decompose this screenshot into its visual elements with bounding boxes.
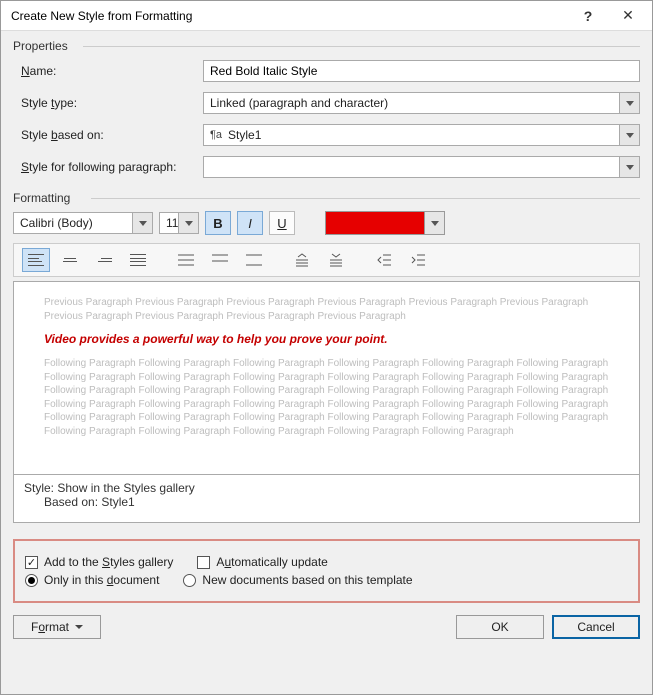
paragraph-icon: ¶a [210, 129, 222, 141]
new-documents-radio[interactable]: New documents based on this template [183, 573, 412, 587]
create-style-dialog: Create New Style from Formatting ? ✕ Pro… [0, 0, 653, 695]
space-before-increase-button[interactable] [288, 248, 316, 272]
chevron-down-icon[interactable] [619, 157, 639, 177]
radio-unselected-icon [183, 574, 196, 587]
font-combo[interactable]: Calibri (Body) [13, 212, 153, 234]
chevron-down-icon[interactable] [619, 93, 639, 113]
checkbox-unchecked-icon [197, 556, 210, 569]
close-button[interactable]: ✕ [608, 2, 648, 30]
chevron-down-icon [75, 625, 83, 630]
align-center-button[interactable] [56, 248, 84, 272]
ok-button[interactable]: OK [456, 615, 544, 639]
align-right-button[interactable] [90, 248, 118, 272]
italic-button[interactable]: I [237, 211, 263, 235]
preview-following-text: Following Paragraph Following Paragraph … [44, 357, 609, 438]
spacing-double-button[interactable] [240, 248, 268, 272]
auto-update-checkbox[interactable]: Automatically update [197, 555, 327, 569]
bold-button[interactable]: B [205, 211, 231, 235]
formatting-group-label: Formatting [13, 191, 640, 205]
chevron-down-icon[interactable] [619, 125, 639, 145]
style-type-combo[interactable]: Linked (paragraph and character) [203, 92, 640, 114]
style-type-value: Linked (paragraph and character) [210, 96, 388, 110]
preview-pane: Previous Paragraph Previous Paragraph Pr… [13, 281, 640, 475]
spacing-onehalf-button[interactable] [206, 248, 234, 272]
space-before-decrease-button[interactable] [322, 248, 350, 272]
underline-button[interactable]: U [269, 211, 295, 235]
align-justify-button[interactable] [124, 248, 152, 272]
name-label: Name: [13, 64, 203, 78]
radio-selected-icon [25, 574, 38, 587]
style-description: Style: Show in the Styles gallery Based … [13, 475, 640, 523]
chevron-down-icon[interactable] [178, 213, 198, 233]
options-area: ✓ Add to the Styles gallery Automaticall… [13, 539, 640, 603]
preview-previous-text: Previous Paragraph Previous Paragraph Pr… [44, 296, 609, 323]
spacing-single-button[interactable] [172, 248, 200, 272]
based-on-combo[interactable]: ¶a Style1 [203, 124, 640, 146]
chevron-down-icon[interactable] [132, 213, 152, 233]
increase-indent-button[interactable] [404, 248, 432, 272]
font-size-combo[interactable]: 11 [159, 212, 199, 234]
decrease-indent-button[interactable] [370, 248, 398, 272]
following-paragraph-label: Style for following paragraph: [13, 160, 203, 174]
only-this-document-radio[interactable]: Only in this document [25, 573, 159, 587]
font-color-picker[interactable] [325, 211, 445, 235]
description-line2: Based on: Style1 [24, 495, 629, 509]
style-type-label: Style type: [13, 96, 203, 110]
dialog-buttons: Format OK Cancel [13, 603, 640, 639]
based-on-label: Style based on: [13, 128, 203, 142]
align-left-button[interactable] [22, 248, 50, 272]
font-size-value: 11 [166, 216, 178, 230]
based-on-value: Style1 [228, 128, 261, 142]
paragraph-toolbar [13, 243, 640, 277]
properties-group-label: Properties [13, 39, 640, 53]
checkbox-checked-icon: ✓ [25, 556, 38, 569]
following-paragraph-combo[interactable] [203, 156, 640, 178]
name-input[interactable] [203, 60, 640, 82]
chevron-down-icon[interactable] [424, 212, 444, 234]
formatting-toolbar: Calibri (Body) 11 B I U [13, 207, 640, 243]
help-button[interactable]: ? [568, 2, 608, 30]
titlebar: Create New Style from Formatting ? ✕ [1, 1, 652, 31]
format-button[interactable]: Format [13, 615, 101, 639]
description-line1: Style: Show in the Styles gallery [24, 481, 629, 495]
cancel-button[interactable]: Cancel [552, 615, 640, 639]
preview-sample-text: Video provides a powerful way to help yo… [44, 331, 609, 347]
dialog-title: Create New Style from Formatting [11, 9, 568, 23]
color-swatch-icon [326, 212, 424, 234]
font-value: Calibri (Body) [20, 216, 93, 230]
add-to-gallery-checkbox[interactable]: ✓ Add to the Styles gallery [25, 555, 173, 569]
